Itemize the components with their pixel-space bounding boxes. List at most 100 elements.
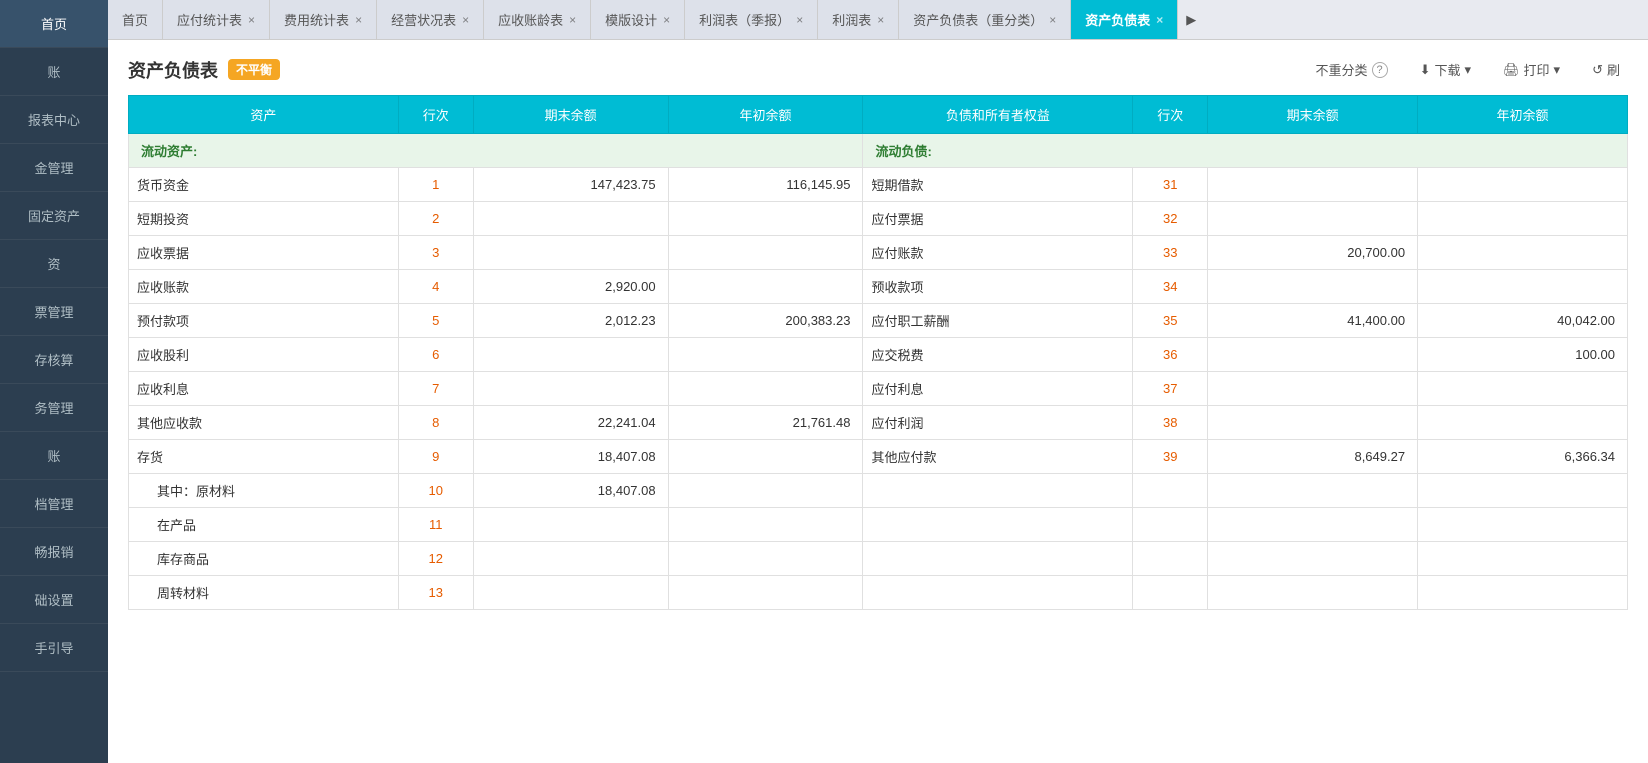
cell-row-num: 10 (398, 474, 473, 508)
table-row[interactable]: 库存商品 12 (129, 542, 1628, 576)
tab-biz-status[interactable]: 经营状况表 × (377, 0, 484, 39)
tab-profit-label: 利润表 (832, 10, 871, 29)
page-title-area: 资产负债表 不平衡 (128, 57, 280, 83)
cell-row-num: 6 (398, 338, 473, 372)
cell-row-num2 (1133, 542, 1208, 576)
tab-payable-stats-label: 应付统计表 (177, 10, 242, 29)
table-row[interactable]: 短期投资 2 应付票据 32 (129, 202, 1628, 236)
close-icon[interactable]: × (248, 13, 255, 27)
sidebar-item-ledger[interactable]: 账 (0, 432, 108, 480)
cell-asset: 预付款项 (129, 304, 399, 338)
table-row[interactable]: 应收票据 3 应付账款 33 20,700.00 (129, 236, 1628, 270)
sidebar-item-tax-mgmt[interactable]: 务管理 (0, 384, 108, 432)
tab-expense-stats-label: 费用统计表 (284, 10, 349, 29)
cell-asset: 在产品 (129, 508, 399, 542)
close-icon[interactable]: × (1156, 13, 1163, 27)
print-button[interactable]: 🖨 打印 ▾ (1495, 56, 1568, 83)
tab-template-design[interactable]: 模版设计 × (591, 0, 685, 39)
sidebar-item-account[interactable]: 账 (0, 48, 108, 96)
tab-balance-sheet-label: 资产负债表 (1085, 10, 1150, 29)
tab-balance-reclassified-label: 资产负债表（重分类） (913, 10, 1043, 29)
cell-year-start (668, 576, 863, 610)
table-row[interactable]: 在产品 11 (129, 508, 1628, 542)
cell-year-start2 (1418, 542, 1628, 576)
cell-year-start2: 40,042.00 (1418, 304, 1628, 338)
close-icon[interactable]: × (569, 13, 576, 27)
tab-home[interactable]: 首页 (108, 0, 163, 39)
cell-asset: 其中：原材料 (129, 474, 399, 508)
table-row[interactable]: 预付款项 5 2,012.23 200,383.23 应付职工薪酬 35 41,… (129, 304, 1628, 338)
sidebar-item-fixed-assets[interactable]: 固定资产 (0, 192, 108, 240)
tab-home-label: 首页 (122, 10, 148, 29)
cell-period-end (473, 372, 668, 406)
refresh-icon: ↺ (1592, 62, 1603, 78)
cell-year-start2 (1418, 508, 1628, 542)
col-asset-header: 资产 (129, 96, 399, 134)
table-row[interactable]: 周转材料 13 (129, 576, 1628, 610)
sidebar-item-expense[interactable]: 畅报销 (0, 528, 108, 576)
tab-profit-quarterly[interactable]: 利润表（季报） × (685, 0, 818, 39)
tab-scroll-right[interactable]: ▶ (1178, 0, 1204, 39)
col-row-num-header: 行次 (398, 96, 473, 134)
tab-template-design-label: 模版设计 (605, 10, 657, 29)
cell-liability (863, 508, 1133, 542)
tab-balance-sheet[interactable]: 资产负债表 × (1071, 0, 1178, 39)
download-button[interactable]: ⬇ 下载 ▾ (1412, 56, 1479, 83)
cell-period-end: 22,241.04 (473, 406, 668, 440)
table-row[interactable]: 货币资金 1 147,423.75 116,145.95 短期借款 31 (129, 168, 1628, 202)
tab-receivable-aging-label: 应收账龄表 (498, 10, 563, 29)
tab-payable-stats[interactable]: 应付统计表 × (163, 0, 270, 39)
table-row[interactable]: 应收股利 6 应交税费 36 100.00 (129, 338, 1628, 372)
sidebar-item-home[interactable]: 首页 (0, 0, 108, 48)
tab-balance-reclassified[interactable]: 资产负债表（重分类） × (899, 0, 1071, 39)
cell-year-start2 (1418, 236, 1628, 270)
cell-period-end2: 20,700.00 (1208, 236, 1418, 270)
cell-period-end2 (1208, 168, 1418, 202)
refresh-button[interactable]: ↺ 刷 (1584, 56, 1628, 83)
classify-toggle[interactable]: 不重分类 ? (1308, 56, 1396, 83)
content-area: 资产负债表 不平衡 不重分类 ? ⬇ 下载 ▾ 🖨 打印 ▾ (108, 40, 1648, 763)
cell-row-num2: 39 (1133, 440, 1208, 474)
download-label: 下载 (1434, 60, 1460, 79)
tab-profit[interactable]: 利润表 × (818, 0, 899, 39)
sidebar-item-fund-mgmt[interactable]: 金管理 (0, 144, 108, 192)
table-row[interactable]: 存货 9 18,407.08 其他应付款 39 8,649.27 6,366.3… (129, 440, 1628, 474)
sidebar-item-settings[interactable]: 础设置 (0, 576, 108, 624)
cell-period-end2 (1208, 270, 1418, 304)
cell-row-num: 5 (398, 304, 473, 338)
sidebar-item-archive[interactable]: 档管理 (0, 480, 108, 528)
close-icon[interactable]: × (877, 13, 884, 27)
sidebar-item-report-center[interactable]: 报表中心 (0, 96, 108, 144)
cell-liability: 应付利息 (863, 372, 1133, 406)
cell-row-num2: 35 (1133, 304, 1208, 338)
close-icon[interactable]: × (355, 13, 362, 27)
cell-period-end: 2,012.23 (473, 304, 668, 338)
cell-period-end: 18,407.08 (473, 440, 668, 474)
tab-expense-stats[interactable]: 费用统计表 × (270, 0, 377, 39)
cell-row-num: 1 (398, 168, 473, 202)
close-icon[interactable]: × (663, 13, 670, 27)
cell-liability (863, 576, 1133, 610)
table-row[interactable]: 应收利息 7 应付利息 37 (129, 372, 1628, 406)
cell-year-start2 (1418, 372, 1628, 406)
cell-period-end2 (1208, 406, 1418, 440)
close-icon[interactable]: × (1049, 13, 1056, 27)
tab-biz-status-label: 经营状况表 (391, 10, 456, 29)
cell-period-end: 147,423.75 (473, 168, 668, 202)
table-row[interactable]: 应收账款 4 2,920.00 预收款项 34 (129, 270, 1628, 304)
cell-year-start: 200,383.23 (668, 304, 863, 338)
sidebar-item-guide[interactable]: 手引导 (0, 624, 108, 672)
sidebar-item-invoice-mgmt[interactable]: 票管理 (0, 288, 108, 336)
cell-period-end2 (1208, 508, 1418, 542)
close-icon[interactable]: × (462, 13, 469, 27)
cell-row-num2 (1133, 474, 1208, 508)
tab-receivable-aging[interactable]: 应收账龄表 × (484, 0, 591, 39)
table-row[interactable]: 其他应收款 8 22,241.04 21,761.48 应付利润 38 (129, 406, 1628, 440)
cell-liability (863, 474, 1133, 508)
close-icon[interactable]: × (796, 13, 803, 27)
sidebar-item-capital[interactable]: 资 (0, 240, 108, 288)
cell-row-num: 13 (398, 576, 473, 610)
sidebar-item-inventory[interactable]: 存核算 (0, 336, 108, 384)
cell-liability: 预收款项 (863, 270, 1133, 304)
table-row[interactable]: 其中：原材料 10 18,407.08 (129, 474, 1628, 508)
